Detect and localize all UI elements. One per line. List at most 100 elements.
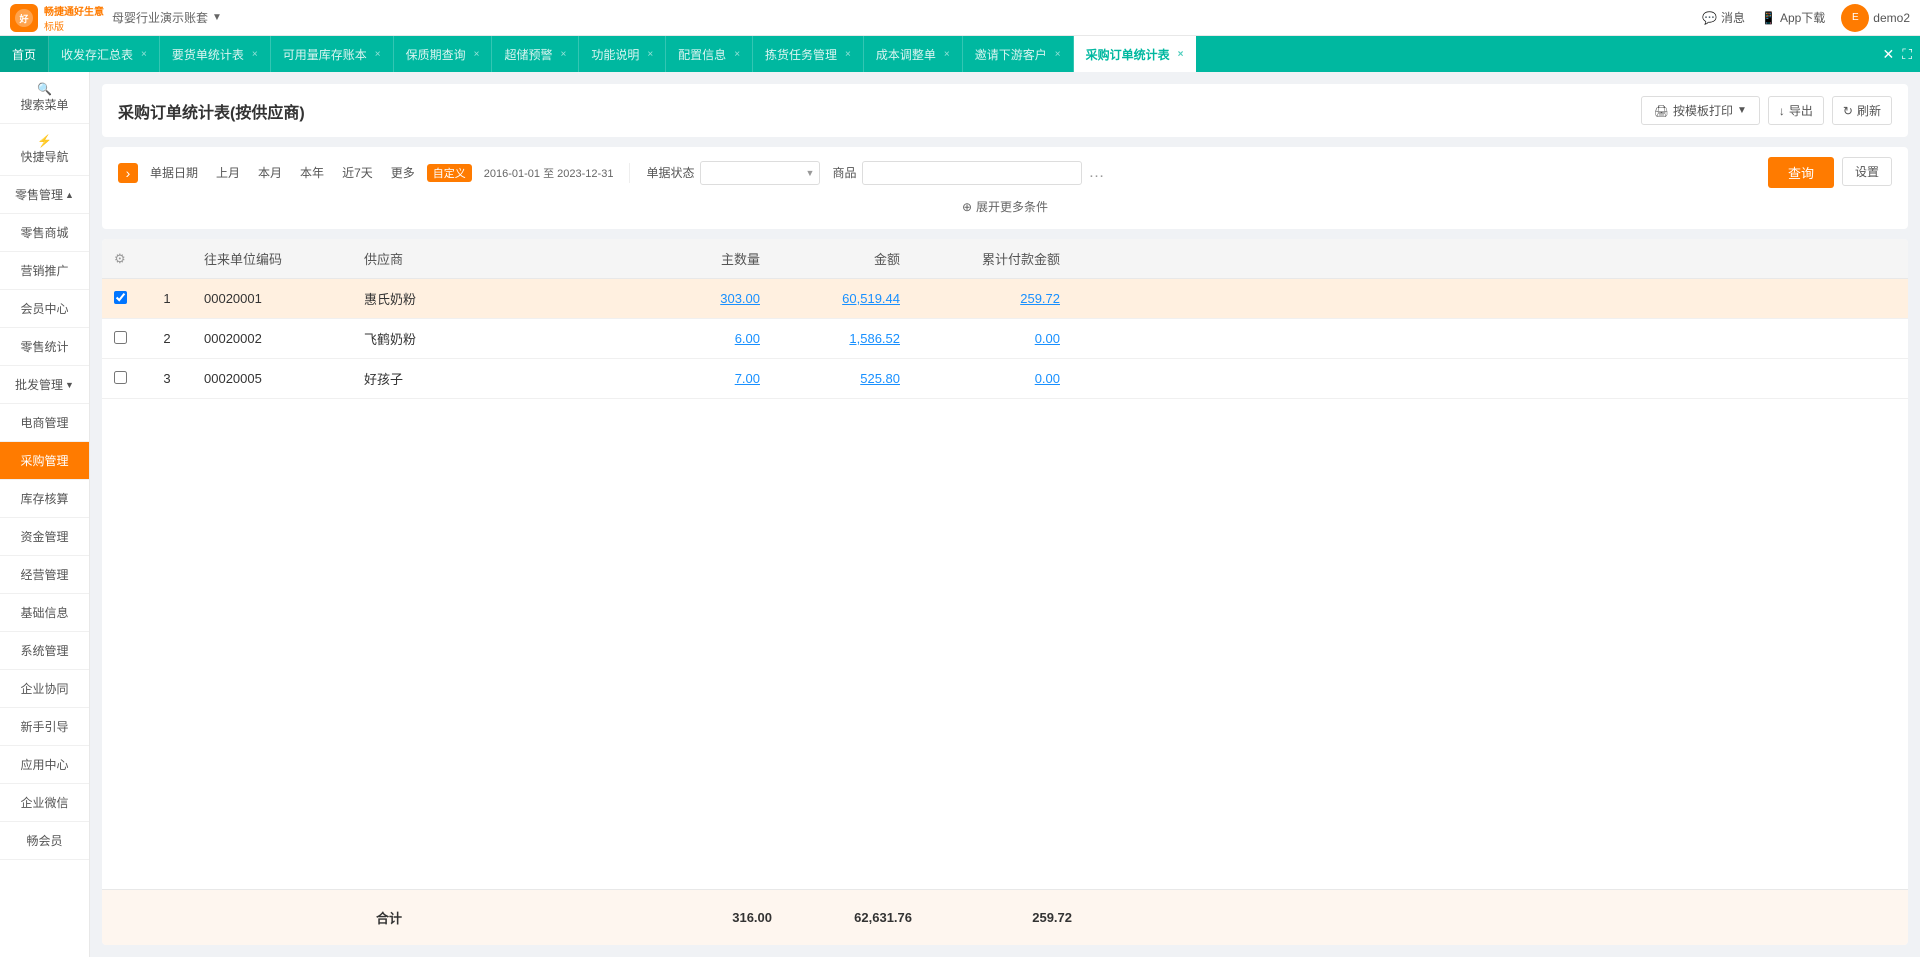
table-row[interactable]: 2 00020002 飞鹤奶粉 6.00 1,586.52 0.00 — [102, 319, 1908, 359]
row1-qty[interactable]: 303.00 — [652, 279, 772, 319]
tab-pick-task[interactable]: 拣货任务管理 × — [753, 36, 864, 72]
query-button[interactable]: 查询 — [1768, 157, 1834, 188]
row2-paid[interactable]: 0.00 — [912, 319, 1072, 359]
sidebar-item-retail[interactable]: 零售管理 ▲ — [0, 176, 89, 214]
row3-amount[interactable]: 525.80 — [772, 359, 912, 399]
settings-button[interactable]: 设置 — [1842, 157, 1892, 186]
date-btn-this-month[interactable]: 本月 — [252, 162, 288, 183]
sidebar-item-retail-stat[interactable]: 零售统计 — [0, 328, 89, 366]
sidebar-item-app-center[interactable]: 应用中心 — [0, 746, 89, 784]
tab-cost-adj[interactable]: 成本调整单 × — [864, 36, 963, 72]
tab-collection-close[interactable]: × — [141, 49, 147, 60]
tab-close-all-icon[interactable]: ✕ — [1882, 46, 1894, 63]
date-btn-more[interactable]: 更多 — [385, 162, 421, 183]
sidebar-item-system[interactable]: 系统管理 — [0, 632, 89, 670]
sidebar-item-basic[interactable]: 基础信息 — [0, 594, 89, 632]
tab-invite[interactable]: 邀请下游客户 × — [963, 36, 1074, 72]
row2-supplier: 飞鹤奶粉 — [352, 319, 652, 359]
sidebar-item-member[interactable]: 会员中心 — [0, 290, 89, 328]
sidebar-item-wholesale[interactable]: 批发管理 ▼ — [0, 366, 89, 404]
tab-overstock[interactable]: 超储预警 × — [492, 36, 579, 72]
row2-qty[interactable]: 6.00 — [652, 319, 772, 359]
row1-paid[interactable]: 259.72 — [912, 279, 1072, 319]
row1-amount[interactable]: 60,519.44 — [772, 279, 912, 319]
tab-purchase-stat-close[interactable]: × — [1178, 49, 1184, 60]
tab-collection[interactable]: 收发存汇总表 × — [49, 36, 160, 72]
sidebar-item-corp-wechat[interactable]: 企业微信 — [0, 784, 89, 822]
table-row[interactable]: 3 00020005 好孩子 7.00 525.80 0.00 — [102, 359, 1908, 399]
tab-goods-stat[interactable]: 要货单统计表 × — [160, 36, 271, 72]
tab-func[interactable]: 功能说明 × — [579, 36, 666, 72]
sidebar-marketing-label: 营销推广 — [0, 262, 89, 279]
date-btn-last-month[interactable]: 上月 — [210, 162, 246, 183]
print-button[interactable]: 🖨 按模板打印 ▼ — [1641, 96, 1760, 125]
svg-text:好: 好 — [18, 13, 28, 24]
sidebar-item-ecommerce[interactable]: 电商管理 — [0, 404, 89, 442]
tab-goods-stat-close[interactable]: × — [252, 49, 258, 60]
user-area[interactable]: E demo2 — [1841, 4, 1910, 32]
goods-more-icon[interactable]: … — [1088, 164, 1104, 182]
refresh-button[interactable]: ↻ 刷新 — [1832, 96, 1892, 125]
tab-invite-close[interactable]: × — [1055, 49, 1061, 60]
sidebar-item-operation[interactable]: 经营管理 — [0, 556, 89, 594]
tab-stock-book-close[interactable]: × — [375, 49, 381, 60]
row3-paid[interactable]: 0.00 — [912, 359, 1072, 399]
tab-expiry[interactable]: 保质期查询 × — [394, 36, 493, 72]
app-download-btn[interactable]: 📱 App下载 — [1761, 9, 1825, 26]
sidebar-item-inventory[interactable]: 库存核算 — [0, 480, 89, 518]
goods-label: 商品 — [832, 164, 856, 181]
expand-bar: ⊕ 展开更多条件 — [118, 194, 1892, 219]
date-btn-this-year[interactable]: 本年 — [294, 162, 330, 183]
date-custom-tag[interactable]: 自定义 — [427, 164, 472, 182]
tab-pick-task-close[interactable]: × — [845, 49, 851, 60]
sidebar-item-search[interactable]: 🔍 搜索菜单 — [0, 72, 89, 124]
top-bar-left: 好 畅捷通好生意 标版 母婴行业演示账套 ▼ — [10, 3, 222, 33]
sidebar-item-shortcut[interactable]: ⚡ 快捷导航 — [0, 124, 89, 176]
row1-check[interactable] — [102, 279, 142, 319]
th-code: 往来单位编码 — [192, 239, 352, 279]
sidebar-item-marketing[interactable]: 营销推广 — [0, 252, 89, 290]
retail-arrow-icon: ▲ — [65, 190, 74, 200]
sidebar-item-purchase[interactable]: 采购管理 — [0, 442, 89, 480]
row2-check[interactable] — [102, 319, 142, 359]
row3-qty[interactable]: 7.00 — [652, 359, 772, 399]
goods-input[interactable] — [862, 161, 1082, 185]
sidebar-item-newbie[interactable]: 新手引导 — [0, 708, 89, 746]
tab-purchase-stat[interactable]: 采购订单统计表 × — [1074, 36, 1197, 72]
export-button[interactable]: ↓ 导出 — [1768, 96, 1824, 125]
expand-more-btn[interactable]: ⊕ 展开更多条件 — [962, 198, 1048, 215]
tab-func-close[interactable]: × — [647, 49, 653, 60]
sidebar-member-label: 会员中心 — [0, 300, 89, 317]
filter-toggle-btn[interactable]: › — [118, 163, 138, 183]
sidebar-operation-label: 经营管理 — [0, 566, 89, 583]
row3-check[interactable] — [102, 359, 142, 399]
tab-home[interactable]: 首页 — [0, 36, 49, 72]
logo-icon: 好 — [10, 4, 38, 32]
status-select[interactable] — [700, 161, 820, 185]
footer-table: 合计 316.00 62,631.76 259.72 — [114, 900, 1896, 935]
sidebar-shortcut-label: 快捷导航 — [0, 148, 89, 165]
tab-cost-adj-close[interactable]: × — [944, 49, 950, 60]
data-table: ⚙ 往来单位编码 供应商 主数量 金额 累计付款金额 — [102, 239, 1908, 399]
sidebar-item-vip[interactable]: 畅会员 — [0, 822, 89, 860]
tab-stock-book[interactable]: 可用量库存账本 × — [271, 36, 394, 72]
date-btn-7days[interactable]: 近7天 — [336, 162, 379, 183]
logo-area: 好 畅捷通好生意 标版 — [10, 3, 104, 33]
main-layout: 🔍 搜索菜单 ⚡ 快捷导航 零售管理 ▲ 零售商城 营销推广 会员中心 零售统计… — [0, 72, 1920, 957]
tab-config-close[interactable]: × — [734, 49, 740, 60]
tab-expiry-close[interactable]: × — [474, 49, 480, 60]
sidebar-system-label: 系统管理 — [0, 642, 89, 659]
table-row[interactable]: 1 00020001 惠氏奶粉 303.00 60,519.44 259.72 — [102, 279, 1908, 319]
row1-code: 00020001 — [192, 279, 352, 319]
settings-col-icon[interactable]: ⚙ — [114, 251, 126, 266]
tab-overstock-close[interactable]: × — [560, 49, 566, 60]
tab-config[interactable]: 配置信息 × — [666, 36, 753, 72]
sidebar-item-retail-mall[interactable]: 零售商城 — [0, 214, 89, 252]
tab-expand-icon[interactable]: ⛶ — [1902, 46, 1912, 63]
sidebar-item-enterprise[interactable]: 企业协同 — [0, 670, 89, 708]
message-btn[interactable]: 💬 消息 — [1702, 9, 1745, 26]
sidebar-item-finance[interactable]: 资金管理 — [0, 518, 89, 556]
row2-amount[interactable]: 1,586.52 — [772, 319, 912, 359]
breadcrumb[interactable]: 母婴行业演示账套 ▼ — [112, 9, 222, 26]
sidebar-app-center-label: 应用中心 — [0, 756, 89, 773]
